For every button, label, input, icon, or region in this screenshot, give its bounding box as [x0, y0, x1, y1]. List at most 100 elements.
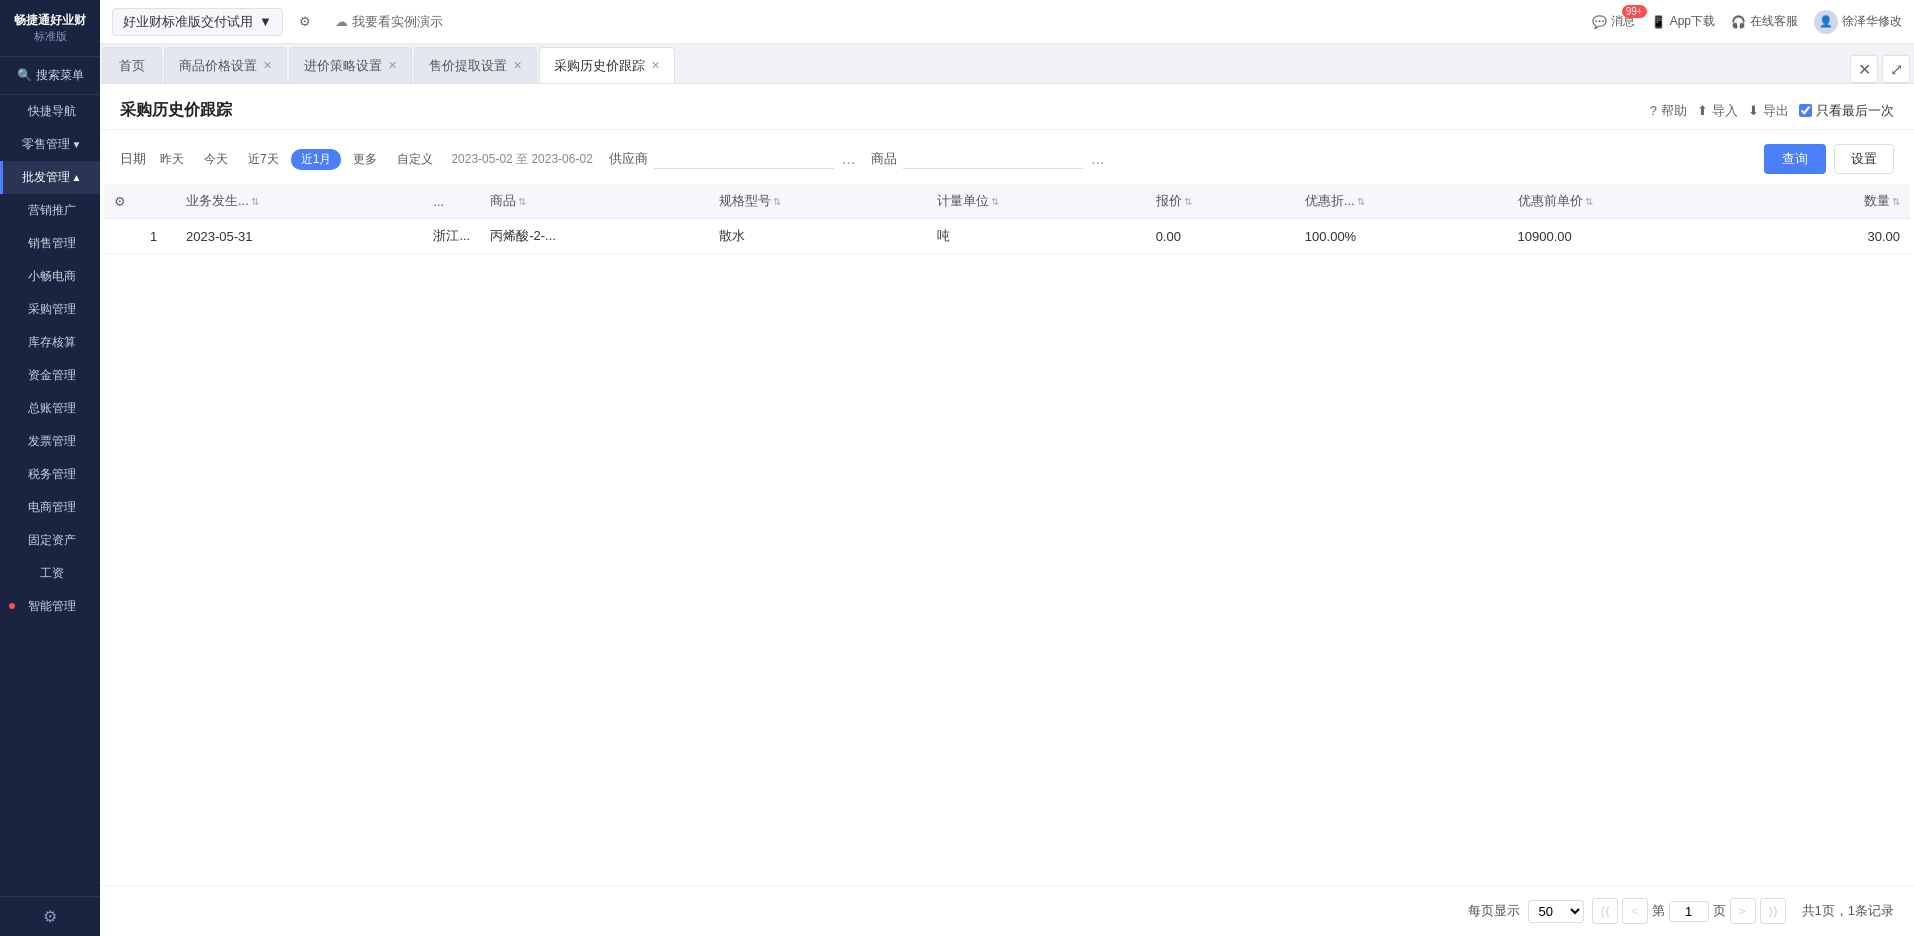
- sidebar-item-finance[interactable]: 资金管理: [0, 359, 100, 392]
- topbar-settings-button[interactable]: ⚙: [291, 8, 319, 36]
- first-page-button[interactable]: ⟨⟨: [1592, 898, 1618, 924]
- message-button[interactable]: 💬 消息 99+: [1592, 13, 1635, 30]
- topbar: 好业财标准版交付试用 ▼ ⚙ ☁ 我要看实例演示 💬 消息 99+ 📱 App下…: [100, 0, 1914, 44]
- last-page-button[interactable]: ⟩⟩: [1760, 898, 1786, 924]
- table-row: 1 2023-05-31 浙江... 丙烯酸-2-... 散水 吨 0.00 1…: [104, 219, 1910, 254]
- sort-icon: ⇅: [1892, 196, 1900, 207]
- sidebar-item-fixed-assets[interactable]: 固定资产: [0, 524, 100, 557]
- demo-button[interactable]: ☁ 我要看实例演示: [335, 13, 443, 31]
- logo-title: 畅捷通好业财: [8, 12, 92, 29]
- sidebar-item-ecommerce[interactable]: 电商管理: [0, 491, 100, 524]
- help-icon: ?: [1650, 103, 1657, 118]
- sidebar-item-general-ledger[interactable]: 总账管理: [0, 392, 100, 425]
- user-menu-button[interactable]: 👤 徐泽华修改: [1814, 10, 1902, 34]
- sidebar-bottom: ⚙: [0, 896, 100, 936]
- sidebar-item-purchase[interactable]: 采购管理: [0, 293, 100, 326]
- tab-home[interactable]: 首页: [102, 47, 162, 83]
- sidebar-item-search[interactable]: 🔍 搜索菜单: [0, 57, 100, 95]
- page-actions: ? 帮助 ⬆ 导入 ⬇ 导出 只看最后一次: [1650, 102, 1894, 120]
- avatar: 👤: [1814, 10, 1838, 34]
- chevron-down-icon: ▼: [259, 14, 272, 29]
- sidebar-item-wholesale[interactable]: 批发管理 ▲: [0, 161, 100, 194]
- supplier-input[interactable]: [654, 149, 834, 169]
- date-btn-7days[interactable]: 近7天: [240, 149, 287, 170]
- th-discount[interactable]: 优惠折... ⇅: [1295, 184, 1508, 219]
- date-btn-today[interactable]: 今天: [196, 149, 236, 170]
- message-badge: 99+: [1622, 5, 1647, 18]
- only-last-checkbox[interactable]: [1799, 104, 1812, 117]
- sort-icon: ⇅: [1585, 196, 1593, 207]
- import-button[interactable]: ⬆ 导入: [1697, 102, 1738, 120]
- export-button[interactable]: ⬇ 导出: [1748, 102, 1789, 120]
- date-filter: 日期 昨天 今天 近7天 近1月 更多 自定义 2023-05-02 至 202…: [120, 149, 593, 170]
- help-button[interactable]: ? 帮助: [1650, 102, 1687, 120]
- sidebar-item-ecommerce-small[interactable]: 小畅电商: [0, 260, 100, 293]
- version-selector[interactable]: 好业财标准版交付试用 ▼: [112, 8, 283, 36]
- date-btn-more[interactable]: 更多: [345, 149, 385, 170]
- tab-purchase-history[interactable]: 采购历史价跟踪 ✕: [539, 47, 675, 83]
- prev-page-button[interactable]: ＜: [1622, 898, 1648, 924]
- app-logo: 畅捷通好业财 标准版: [0, 0, 100, 57]
- pagination: 每页显示 50 20 100 200 ⟨⟨ ＜ 第 页 ＞ ⟩⟩ 共1页，1条记…: [100, 885, 1914, 936]
- th-undiscounted-price[interactable]: 优惠前单价 ⇅: [1508, 184, 1761, 219]
- date-btn-yesterday[interactable]: 昨天: [152, 149, 192, 170]
- supplier-dots[interactable]: ...: [842, 150, 855, 168]
- cell-settings: [104, 219, 140, 254]
- sidebar-item-sales[interactable]: 销售管理: [0, 227, 100, 260]
- close-icon[interactable]: ✕: [263, 59, 272, 72]
- expand-window-button[interactable]: ⤢: [1882, 55, 1910, 83]
- page-prefix-label: 第: [1652, 902, 1665, 920]
- import-icon: ⬆: [1697, 103, 1708, 118]
- sidebar-item-marketing[interactable]: 营销推广: [0, 194, 100, 227]
- search-icon: 🔍: [17, 68, 32, 82]
- query-button[interactable]: 查询: [1764, 144, 1826, 174]
- version-selector-text: 好业财标准版交付试用: [123, 13, 253, 31]
- th-price[interactable]: 报价 ⇅: [1146, 184, 1295, 219]
- content-area: 采购历史价跟踪 ? 帮助 ⬆ 导入 ⬇ 导出 只看最后一次: [100, 84, 1914, 936]
- page-header: 采购历史价跟踪 ? 帮助 ⬆ 导入 ⬇ 导出 只看最后一次: [100, 84, 1914, 130]
- tab-purchase-strategy[interactable]: 进价策略设置 ✕: [289, 47, 412, 83]
- th-unit[interactable]: 计量单位 ⇅: [927, 184, 1145, 219]
- th-date[interactable]: 业务发生... ⇅: [176, 184, 423, 219]
- supplier-filter: 供应商 ...: [609, 149, 855, 169]
- sidebar-item-inventory[interactable]: 库存核算: [0, 326, 100, 359]
- tab-sale-price[interactable]: 售价提取设置 ✕: [414, 47, 537, 83]
- tab-purchase-strategy-label: 进价策略设置: [304, 57, 382, 75]
- settings-button[interactable]: 设置: [1834, 144, 1894, 174]
- sidebar-item-invoice[interactable]: 发票管理: [0, 425, 100, 458]
- page-nav: ⟨⟨ ＜ 第 页 ＞ ⟩⟩: [1592, 898, 1786, 924]
- tab-price-label: 商品价格设置: [179, 57, 257, 75]
- close-window-button[interactable]: ✕: [1850, 55, 1878, 83]
- help-label: 帮助: [1661, 102, 1687, 120]
- page-number-input[interactable]: [1669, 901, 1709, 922]
- per-page-select[interactable]: 50 20 100 200: [1528, 900, 1584, 923]
- app-download-button[interactable]: 📱 App下载: [1651, 13, 1715, 30]
- sidebar-item-quick-nav[interactable]: 快捷导航: [0, 95, 100, 128]
- data-table: ⚙ 业务发生... ⇅ ...: [104, 184, 1910, 254]
- tab-price[interactable]: 商品价格设置 ✕: [164, 47, 287, 83]
- th-quantity[interactable]: 数量 ⇅: [1761, 184, 1910, 219]
- sidebar-item-tax[interactable]: 税务管理: [0, 458, 100, 491]
- data-table-wrap: ⚙ 业务发生... ⇅ ...: [100, 184, 1914, 885]
- gear-icon[interactable]: ⚙: [43, 908, 57, 925]
- close-icon[interactable]: ✕: [513, 59, 522, 72]
- date-btn-custom[interactable]: 自定义: [389, 149, 441, 170]
- sidebar-item-smart-mgmt[interactable]: 智能管理: [0, 590, 100, 623]
- column-settings-icon[interactable]: ⚙: [114, 194, 126, 209]
- th-spec[interactable]: 规格型号 ⇅: [709, 184, 927, 219]
- sidebar-item-payroll[interactable]: 工资: [0, 557, 100, 590]
- product-dots[interactable]: ...: [1091, 150, 1104, 168]
- sidebar-search-label: 搜索菜单: [36, 67, 84, 84]
- cell-seq: 1: [140, 219, 176, 254]
- th-extra[interactable]: ...: [423, 184, 480, 219]
- close-icon[interactable]: ✕: [388, 59, 397, 72]
- sort-icon: ⇅: [251, 196, 259, 207]
- sidebar-item-retail[interactable]: 零售管理 ▼: [0, 128, 100, 161]
- online-service-button[interactable]: 🎧 在线客服: [1731, 13, 1798, 30]
- page-total-label: 共1页，1条记录: [1802, 902, 1894, 920]
- close-icon[interactable]: ✕: [651, 59, 660, 72]
- th-supplier[interactable]: 商品 ⇅: [480, 184, 708, 219]
- next-page-button[interactable]: ＞: [1730, 898, 1756, 924]
- date-btn-1month[interactable]: 近1月: [291, 149, 342, 170]
- product-input[interactable]: [903, 149, 1083, 169]
